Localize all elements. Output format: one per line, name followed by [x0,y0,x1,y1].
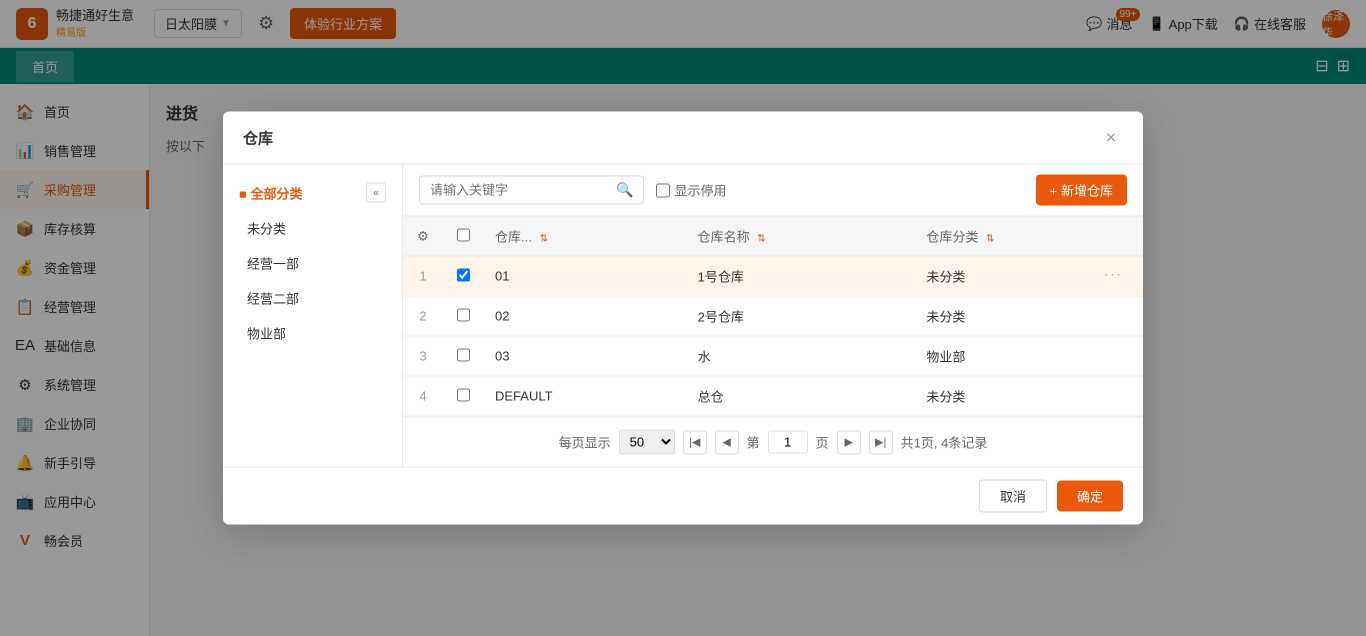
confirm-button[interactable]: 确定 [1057,481,1123,512]
per-page-select[interactable]: 50 100 [619,430,675,455]
row-checkbox[interactable] [457,308,470,321]
row-code: 03 [483,336,686,376]
cancel-button[interactable]: 取消 [979,480,1047,513]
category-item-ops1[interactable]: 经营一部 [223,246,402,281]
row-name: 总仓 [686,376,915,416]
page-prev-button[interactable]: ◀ [715,430,739,454]
show-disabled-label: 显示停用 [674,181,726,200]
modal-footer: 取消 确定 [223,467,1143,525]
modal-body: ■ 全部分类 « 未分类 经营一部 经营二部 物业部 🔍 [223,165,1143,467]
row-checkbox[interactable] [457,348,470,361]
table-row[interactable]: 1 01 1号仓库 未分类 ··· [403,256,1143,296]
row-name: 1号仓库 [686,256,915,296]
page-word: 第 [747,433,760,452]
name-sort-icon[interactable]: ⇅ [757,234,765,245]
table-row[interactable]: 3 03 水 物业部 [403,336,1143,376]
category-panel: ■ 全部分类 « 未分类 经营一部 经营二部 物业部 [223,165,403,467]
category-item-property[interactable]: 物业部 [223,316,402,351]
modal-close-button[interactable]: × [1099,126,1123,150]
code-sort-icon[interactable]: ⇅ [539,234,547,245]
col-settings: ⚙ [403,217,443,257]
page-first-button[interactable]: |◀ [683,430,707,454]
category-item-unclassified[interactable]: 未分类 [223,211,402,246]
row-code: 01 [483,256,686,296]
row-num: 4 [403,376,443,416]
modal-header: 仓库 × [223,112,1143,165]
row-num: 1 [403,256,443,296]
code-col-label: 仓库... [495,230,532,245]
row-checkbox[interactable] [457,388,470,401]
row-name: 2号仓库 [686,296,915,336]
add-warehouse-button[interactable]: + 新增仓库 [1036,175,1127,206]
pagination: 每页显示 50 100 |◀ ◀ 第 页 ▶ ▶| 共1页, 4条记录 [403,417,1143,467]
table-row[interactable]: 2 02 2号仓库 未分类 [403,296,1143,336]
table-row[interactable]: 4 DEFAULT 总仓 未分类 [403,376,1143,416]
warehouse-modal: 仓库 × ■ 全部分类 « 未分类 经营一部 经营二部 物业部 [223,112,1143,525]
category-item-ops2[interactable]: 经营二部 [223,281,402,316]
show-disabled-area: 显示停用 [656,181,726,200]
col-category-header: 仓库分类 ⇅ [914,217,1143,257]
per-page-label: 每页显示 [559,433,611,452]
row-checkbox[interactable] [457,268,470,281]
modal-title: 仓库 [243,127,273,148]
name-col-label: 仓库名称 [698,230,750,245]
row-code: 02 [483,296,686,336]
row-category: 物业部 [914,336,1143,376]
row-category: 未分类 ··· [914,256,1143,296]
select-all-checkbox[interactable] [457,228,470,241]
col-name-header: 仓库名称 ⇅ [686,217,915,257]
category-sort-icon[interactable]: ⇅ [986,234,994,245]
data-table: ⚙ 仓库... ⇅ 仓库名称 ⇅ [403,217,1143,417]
category-collapse-button[interactable]: « [366,183,386,203]
category-header[interactable]: ■ 全部分类 « [223,175,402,211]
all-category-label: ■ 全部分类 [239,183,302,202]
row-num: 2 [403,296,443,336]
page-last-button[interactable]: ▶| [869,430,893,454]
table-panel: 🔍 显示停用 + 新增仓库 ⚙ [403,165,1143,467]
page-next-button[interactable]: ▶ [837,430,861,454]
page-unit: 页 [816,433,829,452]
table-toolbar: 🔍 显示停用 + 新增仓库 [403,165,1143,217]
row-action-dots[interactable]: ··· [1104,267,1123,282]
col-checkbox-header [443,217,483,257]
search-icon: 🔍 [616,182,633,199]
row-num: 3 [403,336,443,376]
page-total-info: 共1页, 4条记录 [901,433,988,452]
page-number-input[interactable] [768,431,808,454]
row-category: 未分类 [914,296,1143,336]
search-box: 🔍 [419,176,644,205]
show-disabled-checkbox[interactable] [656,183,670,197]
category-col-label: 仓库分类 [926,230,978,245]
row-name: 水 [686,336,915,376]
search-input[interactable] [430,183,610,198]
row-category: 未分类 [914,376,1143,416]
row-code: DEFAULT [483,376,686,416]
col-code-header: 仓库... ⇅ [483,217,686,257]
